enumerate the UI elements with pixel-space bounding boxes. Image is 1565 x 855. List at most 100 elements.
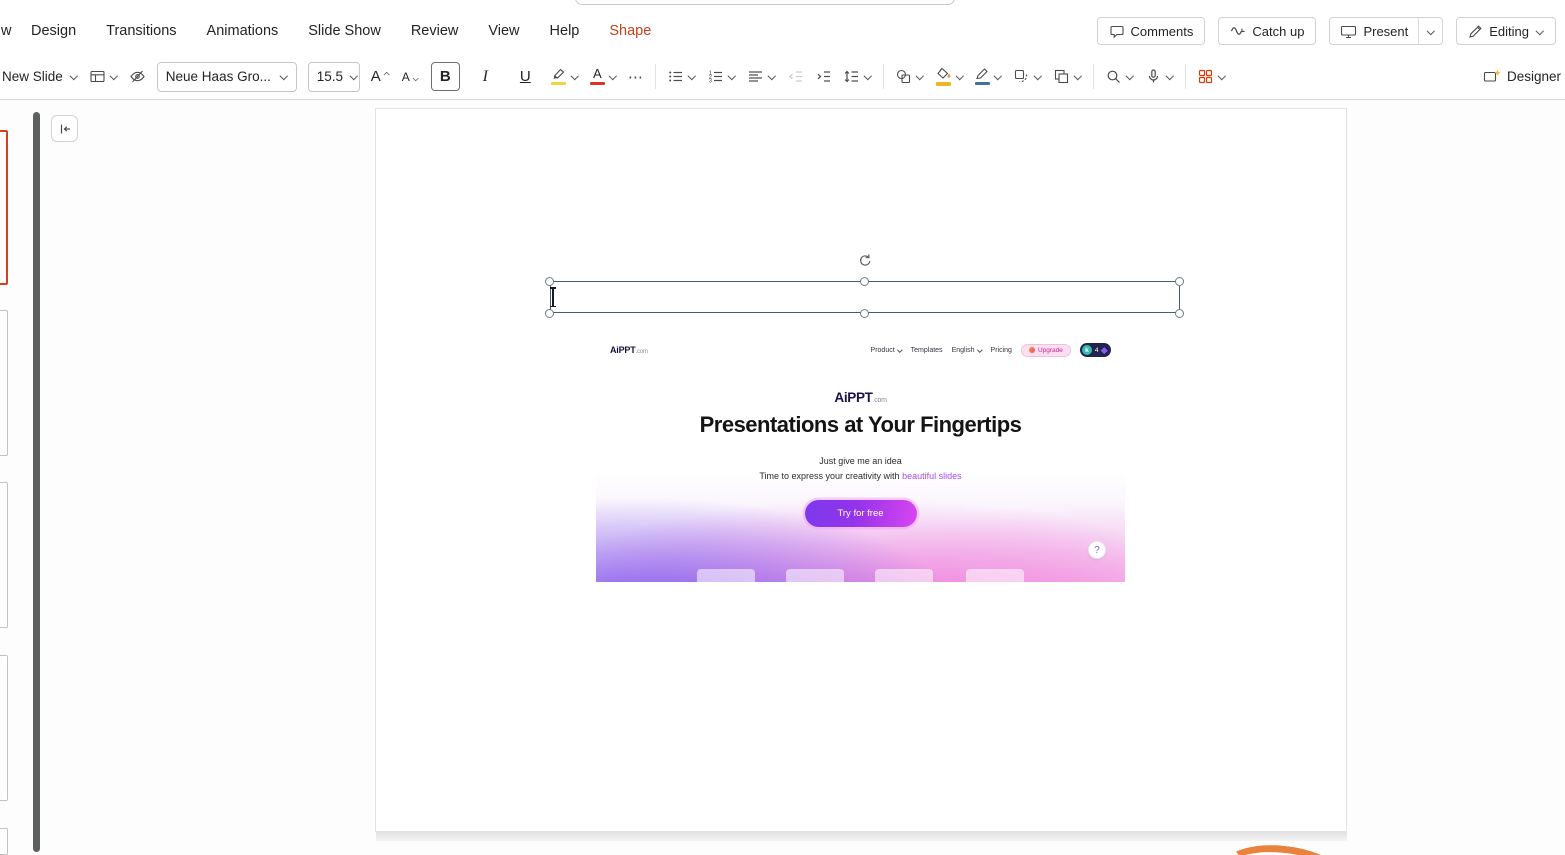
chevron-down-icon bbox=[1165, 72, 1174, 81]
new-slide-button[interactable]: New Slide bbox=[2, 69, 78, 84]
tab-shape-contextual[interactable]: Shape bbox=[609, 23, 651, 39]
aippt-hero-line2: Time to express your creativity with bea… bbox=[759, 471, 962, 481]
aippt-nav-bar: AiPPT.com Product Templates English Pric… bbox=[596, 342, 1125, 358]
ribbon-divider bbox=[1184, 64, 1186, 89]
merge-shapes-button[interactable] bbox=[895, 68, 924, 85]
slide-layout-button[interactable] bbox=[89, 68, 118, 85]
resize-handle-bottom-right[interactable] bbox=[1174, 308, 1184, 318]
designer-sparkle-icon bbox=[1483, 68, 1501, 85]
tab-help[interactable]: Help bbox=[550, 23, 580, 39]
tab-slide-show[interactable]: Slide Show bbox=[308, 23, 381, 39]
resize-handle-bottom-center[interactable] bbox=[859, 308, 869, 318]
tab-view[interactable]: View bbox=[488, 23, 519, 39]
editing-mode-button[interactable]: Editing bbox=[1456, 17, 1556, 45]
rotation-handle[interactable] bbox=[856, 252, 873, 269]
shape-outline-button[interactable] bbox=[974, 67, 1002, 86]
aippt-template-card bbox=[786, 569, 844, 582]
align-text-icon bbox=[747, 68, 764, 85]
increase-indent-button[interactable] bbox=[815, 68, 832, 85]
editing-label: Editing bbox=[1489, 23, 1529, 39]
chevron-down-icon bbox=[897, 348, 902, 353]
resize-handle-top-center[interactable] bbox=[859, 276, 869, 286]
find-button[interactable] bbox=[1105, 68, 1134, 85]
slide-grid-view-button[interactable] bbox=[1197, 68, 1226, 85]
tab-animations[interactable]: Animations bbox=[207, 23, 279, 39]
underline-button[interactable]: U bbox=[511, 62, 540, 91]
chevron-down-icon bbox=[955, 72, 964, 81]
chevron-down-icon bbox=[687, 72, 696, 81]
arrange-button[interactable] bbox=[1053, 68, 1082, 85]
chevron-down-icon bbox=[993, 72, 1002, 81]
tab-transitions[interactable]: Transitions bbox=[106, 23, 176, 39]
more-font-options-button[interactable]: ⋯ bbox=[628, 68, 644, 86]
font-color-icon: A bbox=[589, 65, 605, 86]
ribbon-toolbar: New Slide Neue Haas Gro... 15.5 A A B I bbox=[0, 54, 1565, 100]
account-avatar: k bbox=[1081, 345, 1092, 355]
search-box-partial[interactable] bbox=[575, 0, 955, 5]
thumbnail-panel-scrollbar[interactable] bbox=[33, 112, 40, 852]
arrange-icon bbox=[1053, 68, 1070, 85]
bold-button[interactable]: B bbox=[430, 62, 460, 91]
font-color-glyph: A bbox=[592, 65, 602, 81]
font-name-combobox[interactable]: Neue Haas Gro... bbox=[156, 61, 297, 92]
chevron-down-icon bbox=[1073, 72, 1082, 81]
slide-thumbnail[interactable] bbox=[0, 310, 8, 456]
chevron-down-icon bbox=[1033, 72, 1042, 81]
slide-thumbnail[interactable] bbox=[0, 655, 8, 801]
slide-thumbnail[interactable] bbox=[0, 482, 8, 628]
ribbon-divider bbox=[882, 64, 884, 89]
slide-thumbnail-selected[interactable] bbox=[0, 130, 8, 285]
shrink-font-button[interactable]: A bbox=[402, 71, 420, 83]
shape-fill-button[interactable] bbox=[935, 67, 964, 86]
font-size-combobox[interactable]: 15.5 bbox=[307, 61, 360, 92]
resize-handle-top-right[interactable] bbox=[1174, 276, 1184, 286]
slide-thumbnail[interactable] bbox=[0, 828, 8, 855]
gem-icon bbox=[1028, 347, 1035, 353]
shape-effects-button[interactable] bbox=[1013, 68, 1042, 85]
hide-slide-button[interactable] bbox=[129, 68, 146, 85]
resize-handle-top-left[interactable] bbox=[545, 276, 554, 286]
new-slide-label: New Slide bbox=[2, 69, 63, 84]
bullets-button[interactable] bbox=[667, 68, 696, 85]
microphone-icon bbox=[1145, 68, 1162, 85]
numbering-button[interactable]: 123 bbox=[707, 68, 736, 85]
designer-button[interactable]: Designer bbox=[1483, 68, 1561, 85]
font-color-button[interactable]: A bbox=[589, 65, 617, 86]
grow-font-button[interactable]: A bbox=[371, 69, 391, 84]
tab-review[interactable]: Review bbox=[411, 23, 459, 39]
slide-shadow bbox=[376, 832, 1347, 841]
bold-glyph: B bbox=[439, 68, 451, 85]
account-count: 4 bbox=[1094, 346, 1099, 354]
catch-up-button[interactable]: Catch up bbox=[1218, 17, 1317, 45]
text-highlight-button[interactable] bbox=[551, 68, 579, 86]
shrink-font-glyph: A bbox=[401, 69, 410, 84]
tab-partial-left[interactable]: w bbox=[1, 23, 11, 39]
present-button[interactable]: Present bbox=[1330, 18, 1418, 44]
aippt-template-card bbox=[875, 569, 933, 582]
highlight-color-swatch bbox=[551, 81, 567, 86]
search-icon bbox=[1105, 68, 1122, 85]
chevron-down-icon bbox=[69, 72, 78, 81]
aippt-template-card bbox=[697, 569, 755, 582]
dictate-button[interactable] bbox=[1145, 68, 1174, 85]
aippt-nav-logo: AiPPT.com bbox=[610, 345, 648, 355]
pencil-icon bbox=[1468, 24, 1483, 39]
present-screen-icon bbox=[1340, 24, 1357, 39]
tab-design[interactable]: Design bbox=[31, 23, 76, 39]
merge-shapes-icon bbox=[895, 68, 912, 85]
italic-button[interactable]: I bbox=[471, 62, 500, 91]
collapse-panel-button[interactable] bbox=[51, 115, 78, 142]
line-spacing-button[interactable] bbox=[843, 68, 872, 85]
designer-label: Designer bbox=[1506, 69, 1561, 84]
menu-tabs: Design Transitions Animations Slide Show… bbox=[31, 23, 651, 39]
menu-bar: w Design Transitions Animations Slide Sh… bbox=[0, 0, 1565, 54]
catch-up-wave-icon bbox=[1230, 24, 1246, 38]
chevron-down-icon bbox=[727, 72, 736, 81]
comments-button[interactable]: Comments bbox=[1096, 17, 1206, 45]
aippt-website-image[interactable]: AiPPT.com Product Templates English Pric… bbox=[596, 338, 1125, 582]
align-button[interactable] bbox=[747, 68, 776, 85]
present-dropdown-arrow[interactable] bbox=[1418, 18, 1442, 44]
resize-handle-bottom-left[interactable] bbox=[545, 308, 554, 318]
present-label: Present bbox=[1363, 23, 1409, 39]
chevron-down-icon bbox=[767, 72, 776, 81]
